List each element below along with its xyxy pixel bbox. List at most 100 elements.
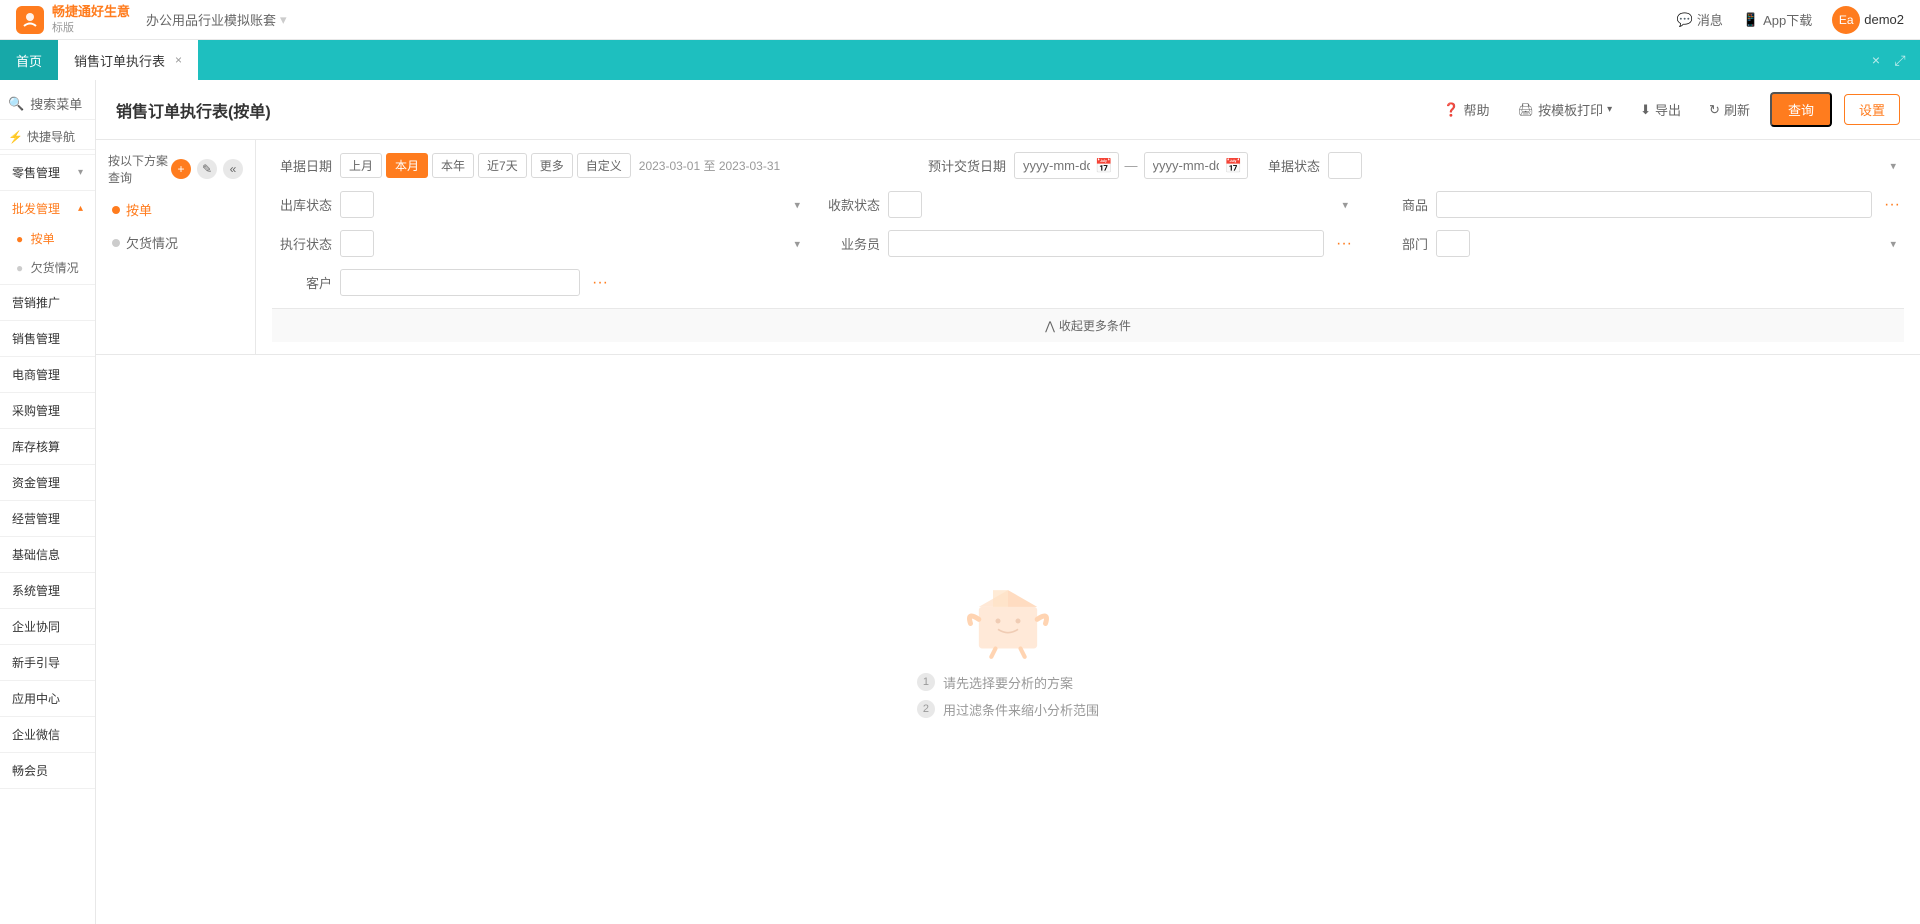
- app-download-button[interactable]: 📱 App下载: [1743, 10, 1812, 29]
- sidebar-item-enterprise[interactable]: 企业协同: [0, 611, 95, 642]
- filter-option-byorder[interactable]: 按单: [104, 194, 247, 225]
- option-dot-active-icon: [112, 206, 120, 214]
- sidebar-item-purchase-group: 采购管理: [0, 393, 95, 429]
- out-status-select[interactable]: [340, 191, 374, 218]
- calendar-start-icon[interactable]: 📅: [1095, 157, 1112, 174]
- custom-date-button[interactable]: 自定义: [577, 153, 631, 178]
- settings-button[interactable]: 设置: [1844, 94, 1900, 125]
- sidebar-item-appcenter[interactable]: 应用中心: [0, 683, 95, 714]
- page-title: 销售订单执行表(按单): [116, 98, 271, 122]
- filter-row-1: 单据日期 上月 本月 本年 近7天 更多 自定义 2023-03-01 至 20…: [272, 152, 1904, 179]
- sidebar-sub-item-arrears[interactable]: ● 欠货情况: [0, 253, 95, 282]
- customer-more-icon[interactable]: ···: [588, 274, 612, 292]
- doc-status-label: 单据状态: [1260, 156, 1320, 175]
- collapse-scheme-button[interactable]: «: [223, 159, 243, 179]
- exec-status-select-wrapper: [340, 230, 808, 257]
- salesman-label: 业务员: [820, 234, 880, 253]
- collapse-button[interactable]: ⋀ 收起更多条件: [272, 308, 1904, 342]
- sidebar-item-operation-group: 经营管理: [0, 501, 95, 537]
- chevron-down-icon: ▴: [78, 203, 83, 214]
- filter-option-arrears[interactable]: 欠货情况: [104, 227, 247, 258]
- out-status-select-wrapper: [340, 191, 808, 218]
- tab-home[interactable]: 首页: [0, 40, 58, 80]
- chevron-right-icon: ▾: [78, 167, 83, 178]
- last7days-button[interactable]: 近7天: [478, 153, 527, 178]
- edit-scheme-button[interactable]: ✎: [197, 159, 217, 179]
- refresh-button[interactable]: ↻ 刷新: [1701, 96, 1758, 123]
- sidebar-quick-nav[interactable]: ⚡ 快捷导航: [0, 124, 95, 150]
- app-logo-icon: [16, 6, 44, 34]
- sidebar-search[interactable]: 🔍 搜索菜单: [0, 88, 95, 120]
- sidebar-item-wholesale[interactable]: 批发管理 ▴: [0, 193, 95, 224]
- sidebar-item-newuser-group: 新手引导: [0, 645, 95, 681]
- step-1-num: 1: [917, 673, 935, 691]
- plus-icon: +: [177, 162, 184, 176]
- date-label: 单据日期: [272, 156, 332, 175]
- sidebar-item-finance[interactable]: 资金管理: [0, 467, 95, 498]
- empty-state: 1 请先选择要分析的方案 2 用过滤条件来缩小分析范围: [96, 355, 1920, 924]
- query-button[interactable]: 查询: [1770, 92, 1832, 127]
- avatar: Ea: [1832, 6, 1860, 34]
- collect-status-select-wrapper: [888, 191, 1356, 218]
- search-icon: 🔍: [8, 96, 24, 112]
- user-area[interactable]: Ea demo2: [1832, 6, 1904, 34]
- sidebar-item-basic-group: 基础信息: [0, 537, 95, 573]
- sidebar-item-sales-group: 销售管理: [0, 321, 95, 357]
- customer-label: 客户: [272, 273, 332, 292]
- date-quick-btns: 上月 本月 本年 近7天 更多 自定义: [340, 153, 631, 178]
- sidebar-item-wholesale-label: 批发管理: [12, 200, 60, 217]
- sidebar-item-inventory[interactable]: 库存核算: [0, 431, 95, 462]
- sidebar-item-member[interactable]: 畅会员: [0, 755, 95, 786]
- page-header: 销售订单执行表(按单) ❓ 帮助 🖨 按模板打印 ▾ ⬇ 导出 ↻ 刷新: [96, 80, 1920, 140]
- tab-close-icon[interactable]: ×: [175, 53, 182, 67]
- this-year-button[interactable]: 本年: [432, 153, 474, 178]
- out-status-label: 出库状态: [272, 195, 332, 214]
- sidebar-item-marketing[interactable]: 营销推广: [0, 287, 95, 318]
- collect-status-select[interactable]: [888, 191, 922, 218]
- sidebar-item-purchase[interactable]: 采购管理: [0, 395, 95, 426]
- breadcrumb: 办公用品行业模拟账套 ▾: [146, 10, 1677, 29]
- sidebar-item-ecommerce[interactable]: 电商管理: [0, 359, 95, 390]
- goods-input[interactable]: [1436, 191, 1872, 218]
- calendar-end-icon[interactable]: 📅: [1225, 157, 1242, 174]
- window-close-button[interactable]: ×: [1868, 52, 1884, 68]
- more-dates-button[interactable]: 更多: [531, 153, 573, 178]
- sidebar-item-inventory-label: 库存核算: [12, 438, 60, 455]
- predict-date-range: 📅 — 📅: [1014, 152, 1248, 179]
- export-button[interactable]: ⬇ 导出: [1632, 96, 1689, 123]
- predict-date-label: 预计交货日期: [928, 156, 1006, 175]
- filter-group-docstatus: 单据状态: [1260, 152, 1904, 179]
- filter-left-icons: + ✎ «: [171, 159, 243, 179]
- top-header: 畅捷通好生意 标版 办公用品行业模拟账套 ▾ 💬 消息 📱 App下载 Ea d…: [0, 0, 1920, 40]
- step-1-label: 请先选择要分析的方案: [943, 673, 1073, 692]
- sidebar-item-operation[interactable]: 经营管理: [0, 503, 95, 534]
- sidebar-item-basic[interactable]: 基础信息: [0, 539, 95, 570]
- sidebar-item-system[interactable]: 系统管理: [0, 575, 95, 606]
- breadcrumb-chevron-icon[interactable]: ▾: [280, 12, 287, 28]
- print-button[interactable]: 🖨 按模板打印 ▾: [1510, 96, 1621, 123]
- salesman-more-icon[interactable]: ···: [1332, 235, 1356, 253]
- sidebar-item-wechat[interactable]: 企业微信: [0, 719, 95, 750]
- dept-select[interactable]: [1436, 230, 1470, 257]
- exec-status-select[interactable]: [340, 230, 374, 257]
- tab-sales-execution[interactable]: 销售订单执行表 ×: [58, 40, 198, 80]
- sidebar-item-newuser[interactable]: 新手引导: [0, 647, 95, 678]
- sidebar-item-retail[interactable]: 零售管理 ▾: [0, 157, 95, 188]
- add-scheme-button[interactable]: +: [171, 159, 191, 179]
- goods-more-icon[interactable]: ···: [1880, 196, 1904, 214]
- edit-icon: ✎: [202, 162, 212, 176]
- sidebar-item-enterprise-group: 企业协同: [0, 609, 95, 645]
- sidebar-sub-item-byorder[interactable]: ● 按单: [0, 224, 95, 253]
- salesman-input[interactable]: [888, 230, 1324, 257]
- doc-status-select[interactable]: [1328, 152, 1362, 179]
- last-month-button[interactable]: 上月: [340, 153, 382, 178]
- message-button[interactable]: 💬 消息: [1677, 10, 1723, 29]
- filter-row-3: 执行状态 业务员 ···: [272, 230, 1904, 257]
- window-maximize-button[interactable]: ⤢: [1892, 52, 1908, 68]
- this-month-button[interactable]: 本月: [386, 153, 428, 178]
- sidebar-item-sales[interactable]: 销售管理: [0, 323, 95, 354]
- customer-input[interactable]: [340, 269, 580, 296]
- help-button[interactable]: ❓ 帮助: [1435, 96, 1497, 123]
- filter-left-title: 按以下方案查询: [108, 152, 171, 186]
- sidebar-search-label: 搜索菜单: [30, 94, 82, 113]
